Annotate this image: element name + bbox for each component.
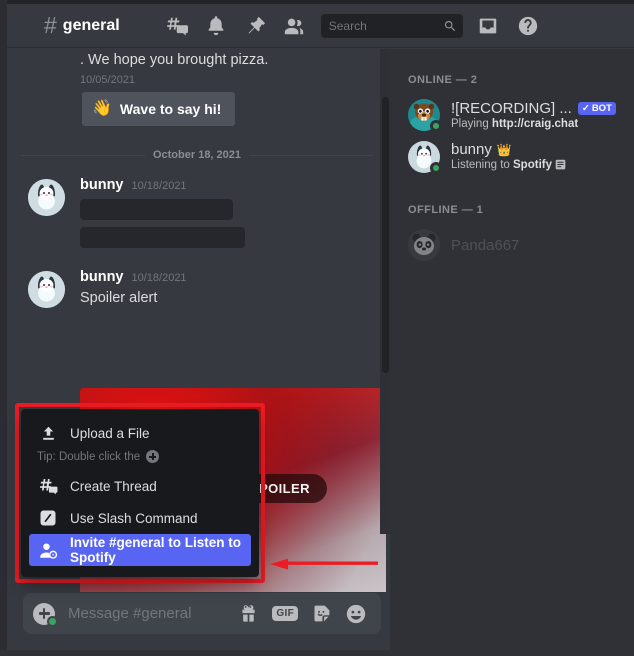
slash-command-icon — [37, 507, 59, 529]
online-section-header: ONLINE — 2 — [408, 74, 478, 86]
bot-badge-label: BOT — [591, 103, 612, 114]
bot-check-icon: ✓ — [581, 103, 590, 114]
upload-icon — [37, 422, 59, 444]
activity-prefix: Playing — [451, 118, 492, 130]
status-online-indicator — [430, 120, 442, 132]
message-text: Spoiler alert — [80, 290, 158, 306]
attachment-context-menu[interactable]: Upload a File Tip: Double click the Crea… — [21, 409, 259, 577]
menu-tip: Tip: Double click the — [37, 450, 259, 463]
offline-section-header: OFFLINE — 1 — [408, 204, 484, 216]
status-online-indicator — [430, 162, 442, 174]
bell-icon[interactable] — [205, 15, 227, 37]
menu-item-create-thread[interactable]: Create Thread — [29, 470, 251, 502]
menu-item-use-slash-command[interactable]: Use Slash Command — [29, 502, 251, 534]
welcome-timestamp: 10/05/2021 — [80, 74, 136, 86]
menu-item-invite-to-listen-to-spotify[interactable]: Invite #general to Listen to Spotify — [29, 534, 251, 566]
member-info: Panda667 — [451, 237, 519, 254]
redacted-message-block — [80, 199, 233, 220]
nitro-badge — [47, 615, 58, 627]
search-icon — [443, 19, 457, 33]
plus-circle-icon — [146, 450, 160, 463]
message-timestamp: 10/18/2021 — [131, 180, 187, 192]
activity-prefix: Listening to — [451, 159, 514, 171]
avatar[interactable] — [408, 141, 442, 174]
menu-item-label: Use Slash Command — [70, 510, 198, 526]
members-icon[interactable] — [283, 15, 305, 37]
header-right-icons — [477, 15, 539, 37]
member-name-row: ![RECORDING] ... ✓ BOT — [451, 100, 616, 117]
add-attachment-icon[interactable] — [33, 602, 58, 627]
divider-line-right — [249, 154, 373, 156]
message-author-line: bunny 10/18/2021 — [80, 177, 187, 193]
member-info: ![RECORDING] ... ✓ BOT Playing http://cr… — [451, 100, 616, 130]
discord-window: # general Search . We hope you brought p… — [0, 0, 634, 656]
redacted-message-block — [80, 227, 245, 248]
menu-tip-text: Tip: Double click the — [37, 450, 141, 463]
member-name-row: Panda667 — [451, 237, 519, 254]
pin-icon[interactable] — [244, 15, 266, 37]
wave-to-say-hi-button[interactable]: 👋 Wave to say hi! — [82, 92, 236, 126]
gif-button[interactable]: GIF — [272, 606, 298, 621]
annotation-arrow — [268, 556, 378, 577]
message-author: bunny — [80, 177, 124, 193]
menu-item-label: Invite #general to Listen to Spotify — [70, 535, 242, 565]
bot-badge: ✓ BOT — [577, 102, 616, 115]
gift-icon[interactable] — [238, 603, 259, 624]
spotify-list-icon — [555, 159, 566, 173]
window-bottom-edge — [0, 650, 634, 656]
thread-icon — [37, 475, 59, 497]
channel-header: # general Search — [7, 4, 634, 48]
hash-icon: # — [44, 12, 57, 38]
inbox-icon[interactable] — [477, 15, 499, 37]
date-divider-label: October 18, 2021 — [152, 149, 242, 161]
member-row-bunny[interactable]: bunny 👑 Listening to Spotify — [398, 136, 626, 178]
wave-button-label: Wave to say hi! — [119, 101, 222, 117]
member-list-panel: ONLINE — 2 ![RECORDING] ... ✓ BOT Playin… — [390, 49, 634, 650]
chat-scrollbar[interactable] — [380, 49, 390, 534]
crown-icon: 👑 — [496, 142, 512, 157]
avatar[interactable] — [408, 229, 440, 261]
message-row[interactable]: bunny 10/18/2021 — [7, 177, 390, 252]
member-row-panda667[interactable]: Panda667 — [398, 224, 626, 266]
date-divider: October 18, 2021 — [21, 149, 373, 161]
member-name: bunny — [451, 141, 492, 158]
member-name-row: bunny 👑 — [451, 141, 566, 158]
divider-line-left — [21, 154, 145, 156]
wave-emoji: 👋 — [92, 100, 112, 117]
sticker-icon[interactable] — [311, 603, 332, 624]
member-info: bunny 👑 Listening to Spotify — [451, 141, 566, 173]
message-input[interactable]: Message #general — [68, 605, 238, 622]
search-input[interactable]: Search — [320, 13, 463, 38]
message-input-bar[interactable]: Message #general GIF — [23, 593, 381, 634]
welcome-text: . We hope you brought pizza. — [80, 52, 269, 68]
menu-item-label: Upload a File — [70, 425, 150, 441]
member-name: ![RECORDING] ... — [451, 100, 572, 117]
message-author-line: bunny 10/18/2021 — [80, 269, 187, 285]
avatar[interactable] — [28, 179, 65, 216]
member-activity: Listening to Spotify — [451, 159, 566, 173]
activity-value: http://craig.chat — [491, 118, 579, 130]
menu-item-upload-a-file[interactable]: Upload a File — [29, 417, 251, 449]
member-row-craig-bot[interactable]: ![RECORDING] ... ✓ BOT Playing http://cr… — [398, 94, 626, 136]
help-icon[interactable] — [517, 15, 539, 37]
activity-value: Spotify — [513, 159, 552, 171]
member-name: Panda667 — [451, 236, 520, 254]
avatar[interactable] — [408, 99, 442, 132]
search-placeholder: Search — [328, 18, 367, 33]
header-icon-group — [166, 15, 305, 37]
menu-item-label: Create Thread — [70, 478, 157, 494]
page-title: general — [62, 16, 120, 34]
member-section-gap — [390, 178, 634, 204]
panda-avatar — [408, 229, 440, 261]
message-timestamp: 10/18/2021 — [131, 272, 187, 284]
chat-scrollbar-thumb[interactable] — [382, 97, 389, 373]
message-author: bunny — [80, 269, 124, 285]
input-icon-group: GIF — [238, 603, 367, 625]
member-activity: Playing http://craig.chat — [451, 118, 616, 130]
invite-spotify-icon — [37, 539, 59, 561]
threads-icon[interactable] — [166, 15, 188, 37]
avatar[interactable] — [28, 271, 65, 308]
emoji-icon[interactable] — [345, 603, 367, 625]
window-left-edge — [0, 0, 7, 656]
